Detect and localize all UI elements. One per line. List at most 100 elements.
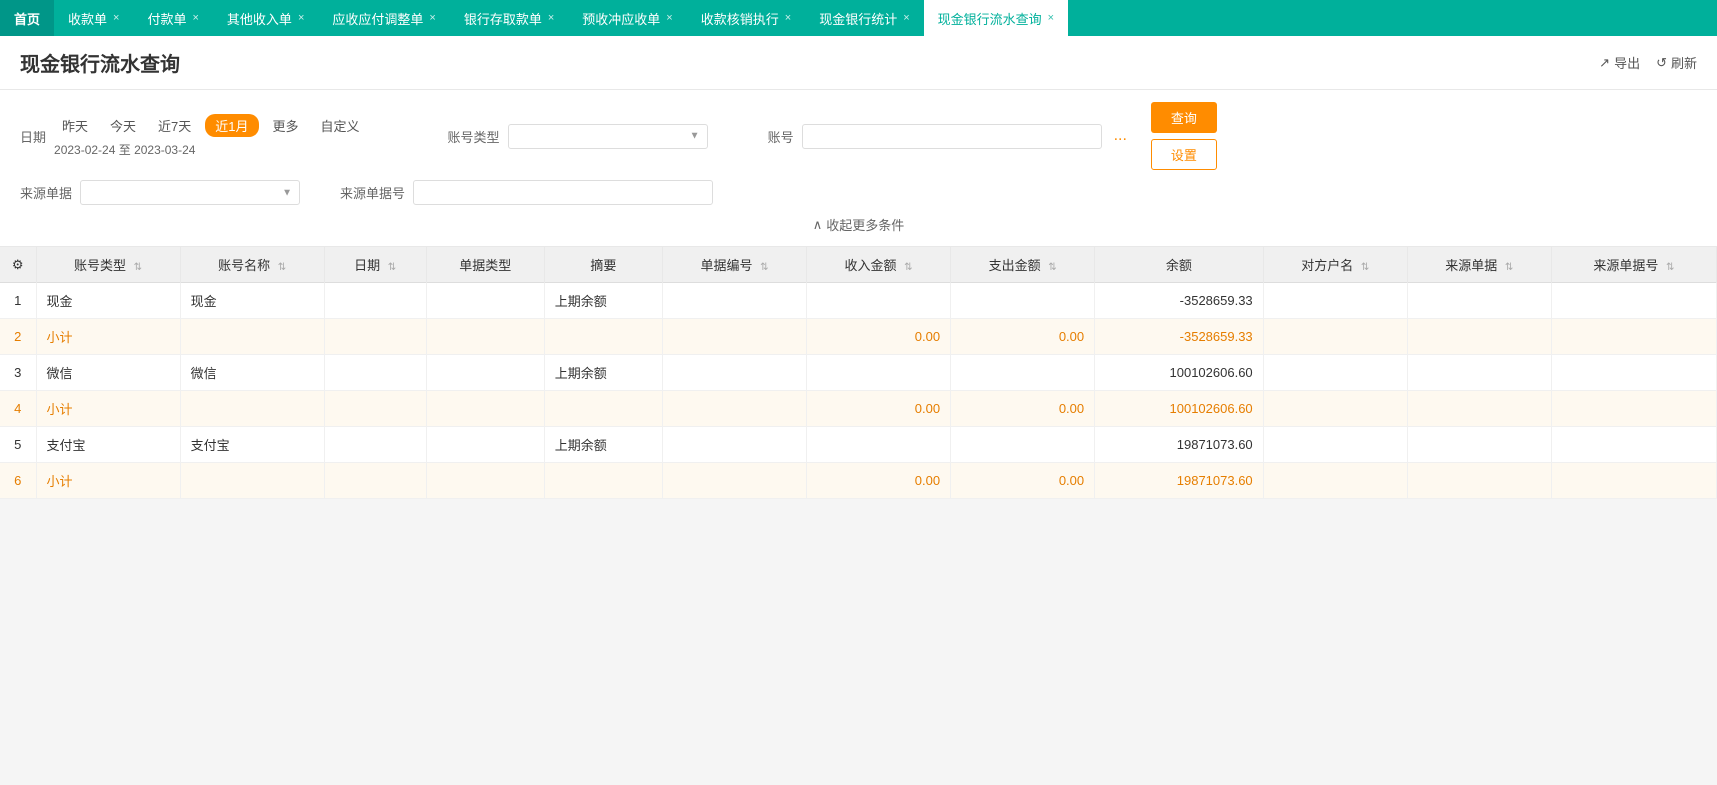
source-doc-no-input[interactable]	[413, 180, 713, 205]
table-header-row: ⚙ 账号类型 ⇅ 账号名称 ⇅ 日期 ⇅ 单据类型 摘要	[0, 247, 1717, 283]
table-cell	[544, 463, 662, 499]
nav-item-home[interactable]: 首页	[0, 0, 54, 36]
close-icon[interactable]: ×	[1048, 12, 1054, 24]
table-cell: 0.00	[951, 463, 1095, 499]
page-header: 现金银行流水查询 ↗ 导出 ↺ 刷新	[0, 36, 1717, 90]
table-cell: 支付宝	[180, 427, 324, 463]
collapse-more-button[interactable]: ∧ 收起更多条件	[20, 211, 1697, 238]
nav-item-bank-stats[interactable]: 现金银行统计 ×	[805, 0, 923, 36]
date-option-yesterday[interactable]: 昨天	[54, 114, 96, 137]
column-doc-no-header[interactable]: 单据编号 ⇅	[662, 247, 806, 283]
table-cell	[324, 283, 426, 319]
refresh-button[interactable]: ↺ 刷新	[1656, 53, 1697, 72]
account-input[interactable]	[802, 124, 1102, 149]
column-source-doc-header[interactable]: 来源单据 ⇅	[1407, 247, 1551, 283]
table-cell	[1551, 391, 1716, 427]
table-cell	[951, 355, 1095, 391]
close-icon[interactable]: ×	[113, 12, 119, 24]
table-cell: 0.00	[807, 319, 951, 355]
column-summary-header[interactable]: 摘要	[544, 247, 662, 283]
date-option-more[interactable]: 更多	[265, 114, 307, 137]
query-button[interactable]: 查询	[1151, 102, 1217, 133]
date-option-7days[interactable]: 近7天	[150, 114, 199, 137]
column-income-header[interactable]: 收入金额 ⇅	[807, 247, 951, 283]
column-doc-type-header[interactable]: 单据类型	[426, 247, 544, 283]
table-cell: 2	[0, 319, 36, 355]
table-cell: 现金	[36, 283, 180, 319]
table-cell	[1551, 319, 1716, 355]
nav-item-adjustment[interactable]: 应收应付调整单 ×	[318, 0, 449, 36]
nav-item-receipt-exec[interactable]: 收款核销执行 ×	[687, 0, 805, 36]
account-filter-group: 账号 ...	[768, 124, 1131, 149]
close-icon[interactable]: ×	[298, 12, 304, 24]
sort-icon: ⇅	[760, 262, 768, 273]
nav-item-bank-flow[interactable]: 现金银行流水查询 ×	[924, 0, 1068, 36]
data-table: ⚙ 账号类型 ⇅ 账号名称 ⇅ 日期 ⇅ 单据类型 摘要	[0, 247, 1717, 499]
table-cell: 3	[0, 355, 36, 391]
table-body: 1现金现金上期余额-3528659.332小计0.000.00-3528659.…	[0, 283, 1717, 499]
close-icon[interactable]: ×	[548, 12, 554, 24]
table-row: 6小计0.000.0019871073.60	[0, 463, 1717, 499]
table-cell: 上期余额	[544, 283, 662, 319]
table-cell	[662, 319, 806, 355]
table-cell	[1407, 283, 1551, 319]
table-cell	[544, 319, 662, 355]
column-date-header[interactable]: 日期 ⇅	[324, 247, 426, 283]
table-cell: 上期余额	[544, 427, 662, 463]
table-cell	[1263, 319, 1407, 355]
column-account-name-header[interactable]: 账号名称 ⇅	[180, 247, 324, 283]
source-doc-select[interactable]	[80, 180, 300, 205]
table-cell	[426, 283, 544, 319]
table-cell: 5	[0, 427, 36, 463]
table-cell: 支付宝	[36, 427, 180, 463]
table-cell	[807, 355, 951, 391]
table-cell	[180, 391, 324, 427]
column-counterparty-header[interactable]: 对方户名 ⇅	[1263, 247, 1407, 283]
column-source-doc-no-header[interactable]: 来源单据号 ⇅	[1551, 247, 1716, 283]
column-account-type-header[interactable]: 账号类型 ⇅	[36, 247, 180, 283]
filter-row-2: 来源单据 来源单据号	[20, 180, 1697, 211]
source-doc-filter-group: 来源单据	[20, 180, 300, 205]
date-option-1month[interactable]: 近1月	[205, 114, 258, 137]
column-expense-header[interactable]: 支出金额 ⇅	[951, 247, 1095, 283]
column-balance-header[interactable]: 余额	[1095, 247, 1264, 283]
table-cell: 小计	[36, 391, 180, 427]
table-cell: 19871073.60	[1095, 427, 1264, 463]
close-icon[interactable]: ×	[903, 12, 909, 24]
nav-item-payment[interactable]: 付款单 ×	[133, 0, 212, 36]
table-cell: 1	[0, 283, 36, 319]
table-cell	[662, 355, 806, 391]
gear-icon[interactable]: ⚙	[12, 257, 24, 272]
table-cell	[1551, 283, 1716, 319]
export-button[interactable]: ↗ 导出	[1599, 53, 1640, 72]
account-label: 账号	[768, 127, 794, 146]
sort-icon: ⇅	[134, 262, 142, 273]
column-settings-header[interactable]: ⚙	[0, 247, 36, 283]
table-cell	[426, 391, 544, 427]
close-icon[interactable]: ×	[192, 12, 198, 24]
close-icon[interactable]: ×	[666, 12, 672, 24]
date-option-custom[interactable]: 自定义	[313, 114, 368, 137]
close-icon[interactable]: ×	[429, 12, 435, 24]
table-cell	[807, 427, 951, 463]
nav-item-receipt[interactable]: 收款单 ×	[54, 0, 133, 36]
nav-item-bank-deposit[interactable]: 银行存取款单 ×	[450, 0, 568, 36]
nav-item-advance-offset[interactable]: 预收冲应收单 ×	[568, 0, 686, 36]
account-type-select[interactable]	[508, 124, 708, 149]
source-doc-no-label: 来源单据号	[340, 183, 405, 202]
table-cell	[426, 355, 544, 391]
account-dots-button[interactable]: ...	[1110, 127, 1131, 145]
table-cell: 小计	[36, 463, 180, 499]
close-icon[interactable]: ×	[785, 12, 791, 24]
table-cell	[1263, 427, 1407, 463]
table-cell: 0.00	[951, 319, 1095, 355]
table-cell	[544, 391, 662, 427]
settings-button[interactable]: 设置	[1151, 139, 1217, 170]
table-cell	[1407, 319, 1551, 355]
collapse-up-icon: ∧	[813, 217, 823, 233]
table-row: 1现金现金上期余额-3528659.33	[0, 283, 1717, 319]
table-cell	[662, 391, 806, 427]
nav-item-other-income[interactable]: 其他收入单 ×	[213, 0, 318, 36]
sort-icon: ⇅	[1505, 262, 1513, 273]
date-option-today[interactable]: 今天	[102, 114, 144, 137]
